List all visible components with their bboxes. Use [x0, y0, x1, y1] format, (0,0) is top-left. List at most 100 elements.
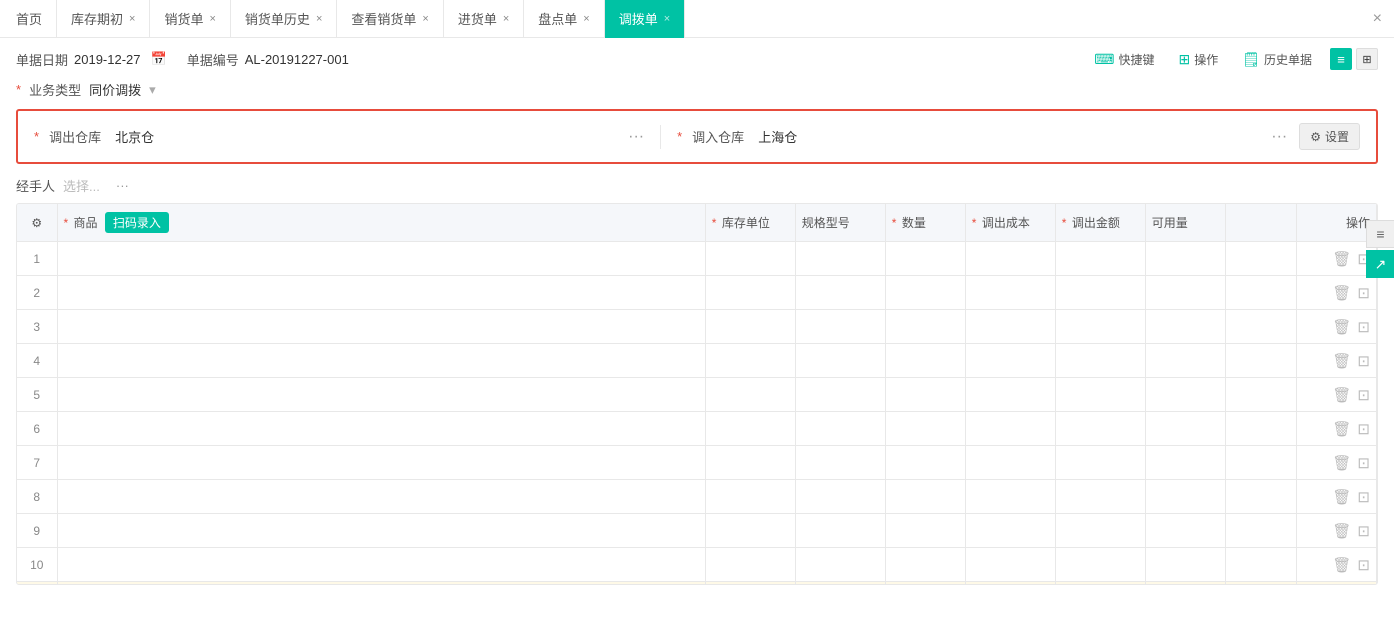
delete-icon-10[interactable]: 🗑 [1332, 556, 1351, 574]
form-header: 单据日期 2019-12-27 📅 单据编号 AL-20191227-001 ⌨… [0, 38, 1394, 74]
copy-icon-2[interactable]: ⊡ [1357, 284, 1370, 302]
history-icon: 🗒 [1242, 51, 1260, 68]
operations-btn[interactable]: ⊞ 操作 [1172, 49, 1224, 70]
col-spacer [1225, 204, 1296, 242]
subtotal-amount-cell: 0.00 [1145, 582, 1225, 585]
table-row: 2 🗑⊡ [17, 276, 1377, 310]
in-required-star: * [677, 129, 682, 144]
col-unit: * 库存单位 [705, 204, 795, 242]
warehouse-divider [660, 125, 661, 149]
tab-close-view-sales[interactable]: × [422, 13, 428, 25]
col-gear[interactable]: ⚙ [17, 204, 57, 242]
delete-icon-2[interactable]: 🗑 [1332, 284, 1351, 302]
float-list-btn[interactable]: ≡ [1366, 220, 1394, 248]
tab-sales-order[interactable]: 销货单 × [150, 0, 230, 38]
row-num-6: 6 [17, 412, 57, 446]
tab-close-sales-history[interactable]: × [316, 13, 322, 25]
business-type-select[interactable]: 同价调拨 ▾ [89, 80, 249, 99]
subtotal-qty-cell: 0.00 [885, 582, 965, 585]
history-btn[interactable]: 🗒 历史单据 [1236, 49, 1318, 70]
row-product-1[interactable] [57, 242, 705, 276]
row-num-9: 9 [17, 514, 57, 548]
view-toggle: ≡ ⊞ [1330, 48, 1378, 70]
col-op: 操作 [1297, 204, 1377, 242]
copy-icon-9[interactable]: ⊡ [1357, 522, 1370, 540]
delete-icon-4[interactable]: 🗑 [1332, 352, 1351, 370]
warehouse-in-field: * 调入仓库 上海仓 ··· [677, 127, 1287, 146]
out-warehouse-more[interactable]: ··· [628, 128, 644, 146]
business-required-star: * [16, 82, 21, 97]
col-product: * 商品 扫码录入 [57, 204, 705, 242]
tab-purchase-order[interactable]: 进货单 × [444, 0, 524, 38]
table-row: 5 🗑⊡ [17, 378, 1377, 412]
copy-icon-5[interactable]: ⊡ [1357, 386, 1370, 404]
tab-bar: 首页 库存期初 × 销货单 × 销货单历史 × 查看销货单 × 进货单 × 盘点… [0, 0, 1394, 38]
shortcuts-icon: ⌨ [1094, 51, 1114, 68]
scan-btn[interactable]: 扫码录入 [105, 212, 169, 233]
out-warehouse-value: 北京仓 [115, 127, 154, 146]
delete-icon-3[interactable]: 🗑 [1332, 318, 1351, 336]
row-num-7: 7 [17, 446, 57, 480]
handler-input[interactable]: 选择... [63, 176, 100, 195]
doc-no-field: 单据编号 AL-20191227-001 [187, 50, 349, 69]
tab-close-inventory-init[interactable]: × [129, 13, 135, 25]
subtotal-cost-cell: 0.00 [1055, 582, 1145, 585]
copy-icon-7[interactable]: ⊡ [1357, 454, 1370, 472]
copy-icon-6[interactable]: ⊡ [1357, 420, 1370, 438]
delete-icon-9[interactable]: 🗑 [1332, 522, 1351, 540]
row-num-1: 1 [17, 242, 57, 276]
tab-inventory-init[interactable]: 库存期初 × [57, 0, 150, 38]
tab-transfer-order[interactable]: 调拨单 × [605, 0, 685, 38]
date-label: 单据日期 [16, 50, 68, 69]
tab-close-sales-order[interactable]: × [209, 13, 215, 25]
tab-close-purchase-order[interactable]: × [503, 13, 509, 25]
tab-view-sales[interactable]: 查看销货单 × [337, 0, 443, 38]
operations-icon: ⊞ [1178, 51, 1190, 68]
row-avail-1[interactable] [1145, 242, 1225, 276]
row-qty-1[interactable] [885, 242, 965, 276]
list-view-btn[interactable]: ≡ [1330, 48, 1352, 70]
handler-label: 经手人 [16, 176, 55, 195]
table-scroll[interactable]: ⚙ * 商品 扫码录入 * 库存单位 规格型号 * 数 [17, 204, 1377, 584]
table-container: ⚙ * 商品 扫码录入 * 库存单位 规格型号 * 数 [16, 203, 1378, 585]
row-unit-1[interactable] [705, 242, 795, 276]
float-export-btn[interactable]: ↗ [1366, 250, 1394, 278]
col-qty: * 数量 [885, 204, 965, 242]
header-left: 单据日期 2019-12-27 📅 单据编号 AL-20191227-001 [16, 50, 349, 69]
close-all-tabs[interactable]: × [1361, 0, 1394, 38]
copy-icon-8[interactable]: ⊡ [1357, 488, 1370, 506]
handler-more[interactable]: ··· [116, 178, 129, 193]
row-num-10: 10 [17, 548, 57, 582]
row-amount-1[interactable] [1055, 242, 1145, 276]
grid-view-btn[interactable]: ⊞ [1356, 48, 1378, 70]
copy-icon-10[interactable]: ⊡ [1357, 556, 1370, 574]
delete-icon-1[interactable]: 🗑 [1332, 250, 1351, 268]
calendar-icon[interactable]: 📅 [151, 51, 167, 67]
row-cost-1[interactable] [965, 242, 1055, 276]
subtotal-row: 11 0.00 0.00 0.00 🗑⊡ [17, 582, 1377, 585]
tab-close-inventory-check[interactable]: × [583, 13, 589, 25]
row-spec-1[interactable] [795, 242, 885, 276]
copy-icon-4[interactable]: ⊡ [1357, 352, 1370, 370]
tab-sales-history[interactable]: 销货单历史 × [231, 0, 337, 38]
in-warehouse-more[interactable]: ··· [1271, 128, 1287, 146]
shortcuts-btn[interactable]: ⌨ 快捷键 [1088, 49, 1160, 70]
business-type-label: 业务类型 [29, 80, 81, 99]
table-row: 8 🗑 ⊡ [17, 480, 1377, 514]
tab-close-transfer-order[interactable]: × [664, 13, 670, 25]
warehouse-settings-btn[interactable]: ⚙ 设置 [1299, 123, 1360, 150]
row-num-11: 11 [17, 582, 57, 585]
copy-icon-3[interactable]: ⊡ [1357, 318, 1370, 336]
main-table: ⚙ * 商品 扫码录入 * 库存单位 规格型号 * 数 [17, 204, 1377, 584]
col-avail: 可用量 [1145, 204, 1225, 242]
table-row: 9 🗑 ⊡ [17, 514, 1377, 548]
delete-icon-8[interactable]: 🗑 [1332, 488, 1351, 506]
row-num-8: 8 [17, 480, 57, 514]
row-op-1: 🗑 ⊡ [1297, 242, 1377, 276]
tab-home[interactable]: 首页 [0, 0, 57, 38]
tab-inventory-check[interactable]: 盘点单 × [524, 0, 604, 38]
col-amount: * 调出金额 [1055, 204, 1145, 242]
delete-icon-5[interactable]: 🗑 [1332, 386, 1351, 404]
delete-icon-6[interactable]: 🗑 [1332, 420, 1351, 438]
delete-icon-7[interactable]: 🗑 [1332, 454, 1351, 472]
